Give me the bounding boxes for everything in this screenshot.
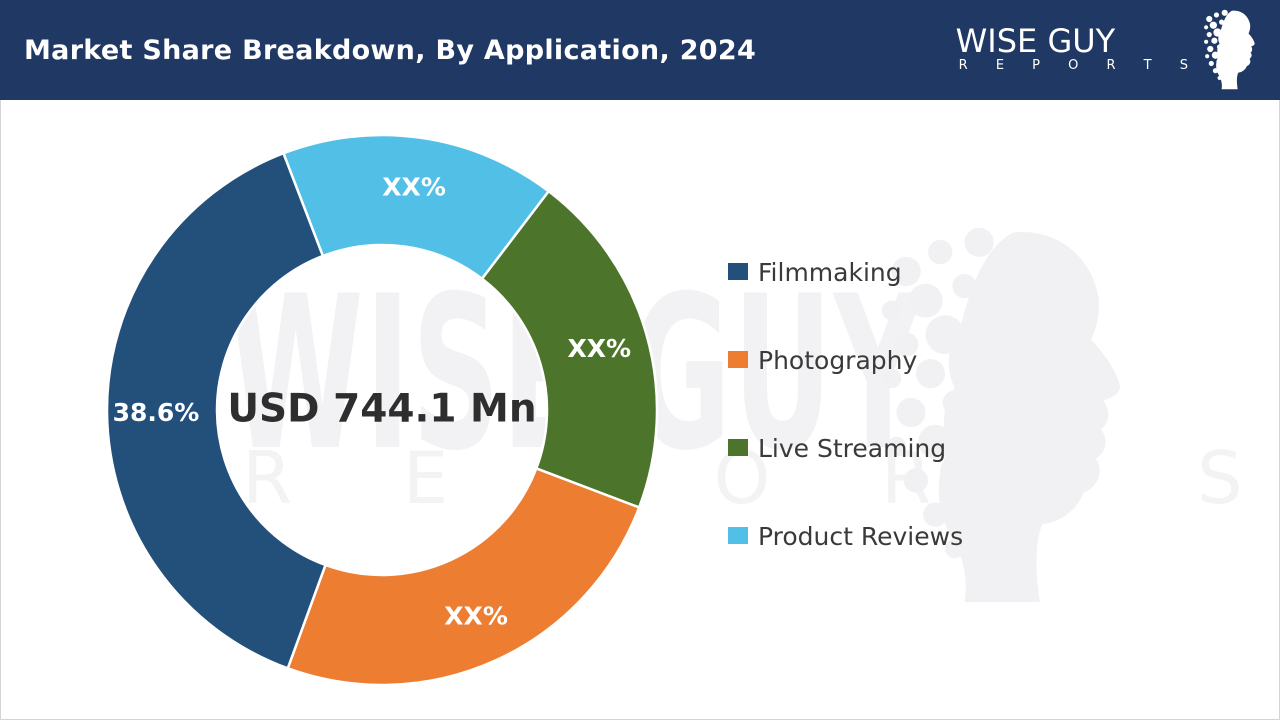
segment-value-label-filmmaking: 38.6% — [113, 398, 200, 427]
logo-wordmark-line2: R E P O R T S — [958, 57, 1200, 73]
wiseguy-head-icon — [1202, 7, 1264, 91]
legend-swatch-live-streaming — [728, 439, 748, 456]
chart-canvas: WISE GUY R E P O R T S XX% XX% XX% 38.6% US… — [0, 100, 1280, 720]
logo-wordmark: WISE GUY R E P O R T S — [955, 22, 1200, 73]
chart-legend: Filmmaking Photography Live Streaming Produ… — [728, 258, 963, 552]
legend-item-product-reviews: Product Reviews — [728, 522, 963, 552]
segment-value-label-product-reviews: XX% — [382, 172, 446, 201]
legend-item-photography: Photography — [728, 346, 963, 376]
donut-segment-photography — [286, 467, 641, 687]
legend-item-filmmaking: Filmmaking — [728, 258, 963, 288]
wiseguy-logo: WISE GUY R E P O R T S — [956, 7, 1264, 91]
segment-value-label-photography: XX% — [444, 602, 508, 631]
legend-swatch-product-reviews — [728, 527, 748, 544]
legend-swatch-filmmaking — [728, 263, 748, 280]
legend-label-photography: Photography — [758, 346, 918, 375]
segment-value-label-live-streaming: XX% — [567, 334, 631, 363]
page-title: Market Share Breakdown, By Application, … — [24, 34, 757, 66]
infographic-page: Market Share Breakdown, By Application, … — [0, 0, 1280, 720]
legend-label-product-reviews: Product Reviews — [758, 522, 964, 551]
legend-label-live-streaming: Live Streaming — [758, 434, 947, 463]
legend-label-filmmaking: Filmmaking — [758, 258, 902, 287]
legend-swatch-photography — [728, 351, 748, 368]
chart-center-value: USD 744.1 Mn — [227, 386, 537, 432]
logo-wordmark-line1: WISE GUY — [955, 22, 1116, 61]
header-bar: Market Share Breakdown, By Application, … — [0, 0, 1280, 100]
legend-item-live-streaming: Live Streaming — [728, 434, 963, 464]
